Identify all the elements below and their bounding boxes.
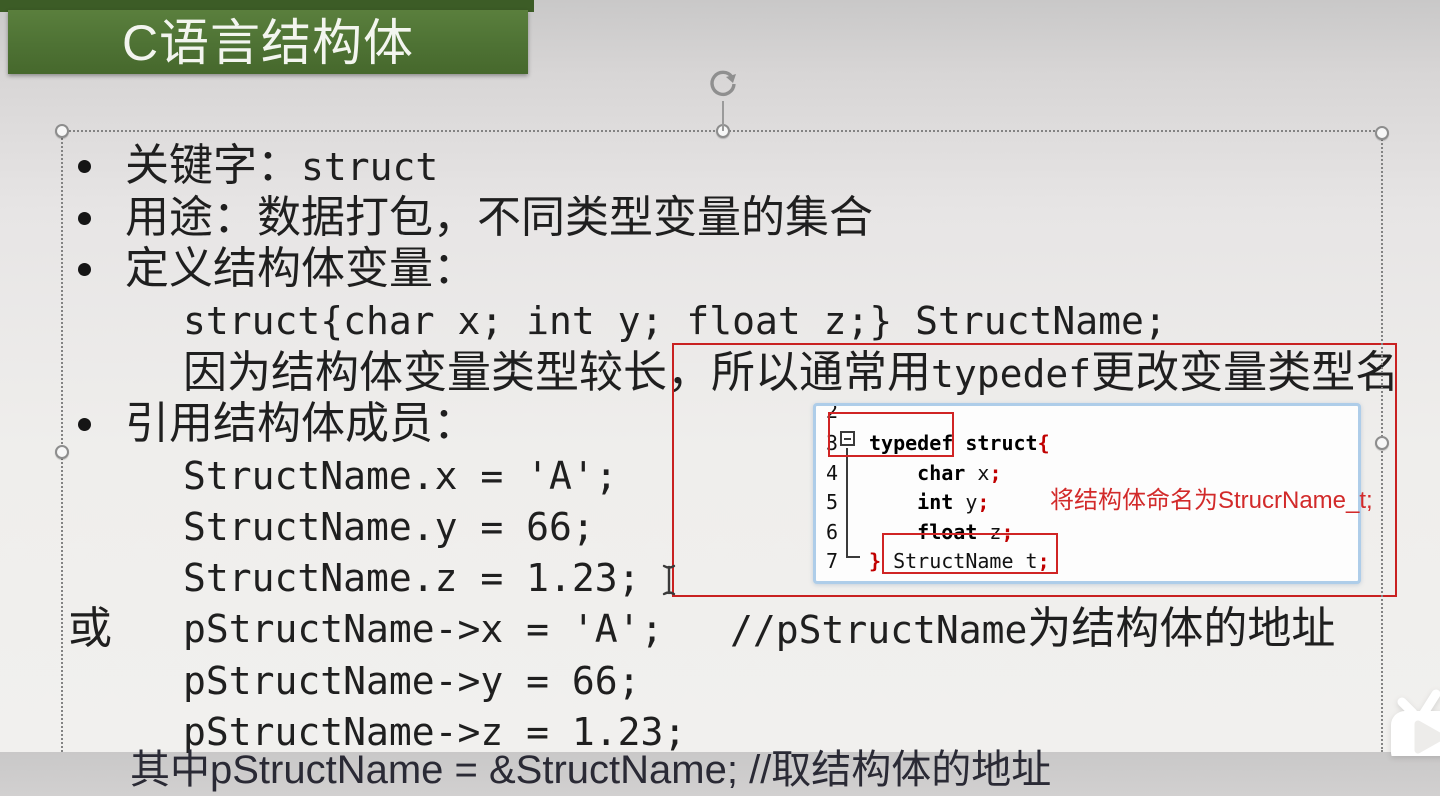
code-line-member-y: StructName.y = 66;	[183, 501, 595, 553]
line-code: StructName.y = 66;	[183, 505, 595, 549]
line-text: 定义结构体变量：	[125, 244, 477, 293]
resize-handle-top-right[interactable]	[1375, 126, 1389, 140]
editor-row: 8	[816, 576, 1358, 581]
code-text: char x;	[917, 461, 1002, 485]
line-code: pStructName->x = 'A';	[183, 607, 664, 651]
code-line-member-z: StructName.z = 1.23;	[183, 552, 641, 604]
code-line-pointer-x: 或 pStructName->x = 'A'; //pStructName为结构…	[68, 603, 1335, 655]
code-line-member-x: StructName.x = 'A';	[183, 450, 618, 502]
line-code: struct{char x; int y; float z;} StructNa…	[183, 299, 1167, 343]
code-line-struct-def: struct{char x; int y; float z;} StructNa…	[183, 295, 1167, 347]
resize-handle-middle-right[interactable]	[1375, 436, 1389, 450]
slide-editing-canvas: { "title": { "text": "C语言结构体" }, "slide"…	[0, 0, 1440, 792]
red-highlight-structname-t	[882, 533, 1058, 574]
bullet-line-define: 定义结构体变量：	[78, 243, 477, 295]
line-text: 关键字：	[125, 141, 301, 190]
rotate-handle-stem	[722, 101, 724, 131]
line-number: 6	[826, 520, 839, 544]
code-text: int y;	[917, 490, 990, 514]
title-banner: C语言结构体	[8, 10, 528, 74]
bullet-dot	[78, 418, 91, 431]
rotate-handle-icon[interactable]	[705, 66, 741, 102]
line-number: 5	[826, 490, 839, 514]
resize-handle-top-left[interactable]	[55, 124, 69, 138]
red-annotation-text: 将结构体命名为StrucrName_t;	[1050, 487, 1373, 514]
line-text: 引用结构体成员：	[125, 399, 477, 448]
fold-scope-corner	[846, 556, 860, 558]
bullet-line-members: 引用结构体成员：	[78, 398, 477, 450]
line-text: 用途：数据打包，不同类型变量的集合	[125, 193, 873, 242]
code-line-pointer-y: pStructName->y = 66;	[183, 655, 641, 707]
or-label: 或	[68, 604, 112, 653]
bilibili-tv-logo-icon	[1391, 689, 1440, 756]
line-code: struct	[301, 145, 439, 189]
bullet-line-usage: 用途：数据打包，不同类型变量的集合	[78, 192, 873, 244]
bullet-dot	[78, 263, 91, 276]
red-highlight-typedef	[828, 412, 954, 457]
text-cursor-icon	[662, 564, 676, 596]
bullet-dot	[78, 212, 91, 225]
resize-handle-middle-left[interactable]	[55, 445, 69, 459]
page-title: C语言结构体	[121, 15, 415, 71]
line-number: 7	[826, 549, 839, 573]
line-number: 8	[826, 576, 838, 581]
code-comment: //pStructName为结构体的地址	[730, 604, 1336, 653]
bullet-line-keyword: 关键字：struct	[78, 140, 439, 192]
fold-scope-line	[846, 448, 848, 558]
line-code: StructName.z = 1.23;	[183, 556, 641, 600]
bullet-dot	[78, 160, 91, 173]
line-number: 4	[826, 461, 839, 485]
selection-border-left[interactable]	[61, 130, 63, 752]
line-code: pStructName->y = 66;	[183, 659, 641, 703]
line-code: StructName.x = 'A';	[183, 454, 618, 498]
